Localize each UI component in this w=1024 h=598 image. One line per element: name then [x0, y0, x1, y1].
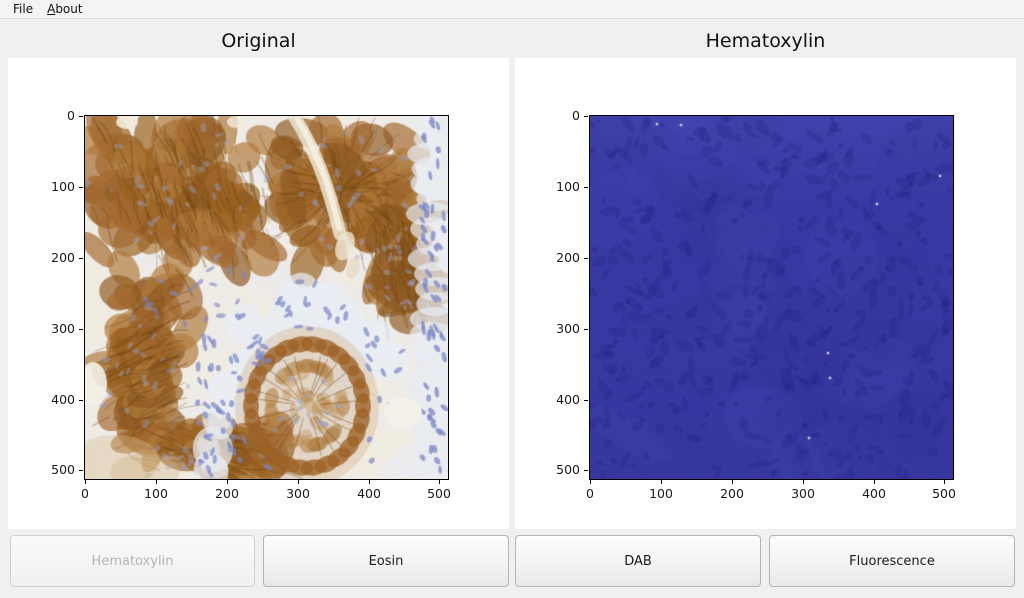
y-tick-mark: [584, 116, 588, 117]
x-tick-mark: [874, 480, 875, 484]
hematoxylin-image-plot: [589, 115, 954, 480]
y-tick-label: 300: [51, 321, 75, 336]
y-tick-mark: [79, 470, 83, 471]
y-tick-mark: [79, 329, 83, 330]
x-tick-mark: [590, 480, 591, 484]
original-ihc-image: [85, 116, 448, 479]
x-tick-mark: [298, 480, 299, 484]
x-tick-label: 100: [144, 486, 168, 501]
x-tick-label: 100: [649, 486, 673, 501]
y-tick-label: 100: [51, 179, 75, 194]
x-tick-label: 500: [932, 486, 956, 501]
y-tick-label: 500: [51, 462, 75, 477]
y-tick-label: 100: [556, 179, 580, 194]
x-tick-mark: [156, 480, 157, 484]
x-tick-label: 0: [81, 486, 89, 501]
y-tick-label: 0: [67, 108, 75, 123]
x-tick-mark: [227, 480, 228, 484]
button-hematoxylin[interactable]: Hematoxylin: [10, 535, 255, 587]
y-tick-label: 200: [556, 250, 580, 265]
y-tick-mark: [79, 116, 83, 117]
y-tick-label: 200: [51, 250, 75, 265]
x-tick-label: 200: [720, 486, 744, 501]
y-tick-mark: [584, 470, 588, 471]
panel-title-hematoxylin: Hematoxylin: [705, 30, 826, 52]
y-tick-mark: [584, 329, 588, 330]
x-tick-mark: [85, 480, 86, 484]
x-tick-mark: [439, 480, 440, 484]
menubar: File About: [0, 0, 1024, 19]
x-tick-label: 200: [215, 486, 239, 501]
y-tick-label: 500: [556, 462, 580, 477]
panel-title-original: Original: [221, 30, 296, 52]
menu-item-about[interactable]: About: [40, 1, 90, 17]
y-tick-label: 400: [51, 392, 75, 407]
x-tick-mark: [803, 480, 804, 484]
x-tick-label: 300: [286, 486, 310, 501]
y-tick-label: 300: [556, 321, 580, 336]
button-fluorescence[interactable]: Fluorescence: [769, 535, 1015, 587]
x-tick-label: 500: [427, 486, 451, 501]
app-window: File About Original Hematoxylin 0 100 200 3…: [0, 0, 1024, 598]
y-tick-mark: [79, 187, 83, 188]
y-tick-label: 400: [556, 392, 580, 407]
x-tick-mark: [944, 480, 945, 484]
button-dab[interactable]: DAB: [515, 535, 761, 587]
y-tick-mark: [584, 187, 588, 188]
x-tick-label: 400: [357, 486, 381, 501]
y-tick-mark: [584, 258, 588, 259]
button-eosin[interactable]: Eosin: [263, 535, 509, 587]
y-tick-mark: [584, 400, 588, 401]
x-tick-label: 400: [862, 486, 886, 501]
y-tick-mark: [79, 400, 83, 401]
x-tick-mark: [661, 480, 662, 484]
x-tick-mark: [369, 480, 370, 484]
original-image-plot: [84, 115, 449, 480]
y-tick-label: 0: [572, 108, 580, 123]
x-tick-label: 300: [791, 486, 815, 501]
x-tick-mark: [732, 480, 733, 484]
y-tick-mark: [79, 258, 83, 259]
menu-item-file[interactable]: File: [6, 1, 40, 17]
hematoxylin-channel-image: [590, 116, 953, 479]
x-tick-label: 0: [586, 486, 594, 501]
